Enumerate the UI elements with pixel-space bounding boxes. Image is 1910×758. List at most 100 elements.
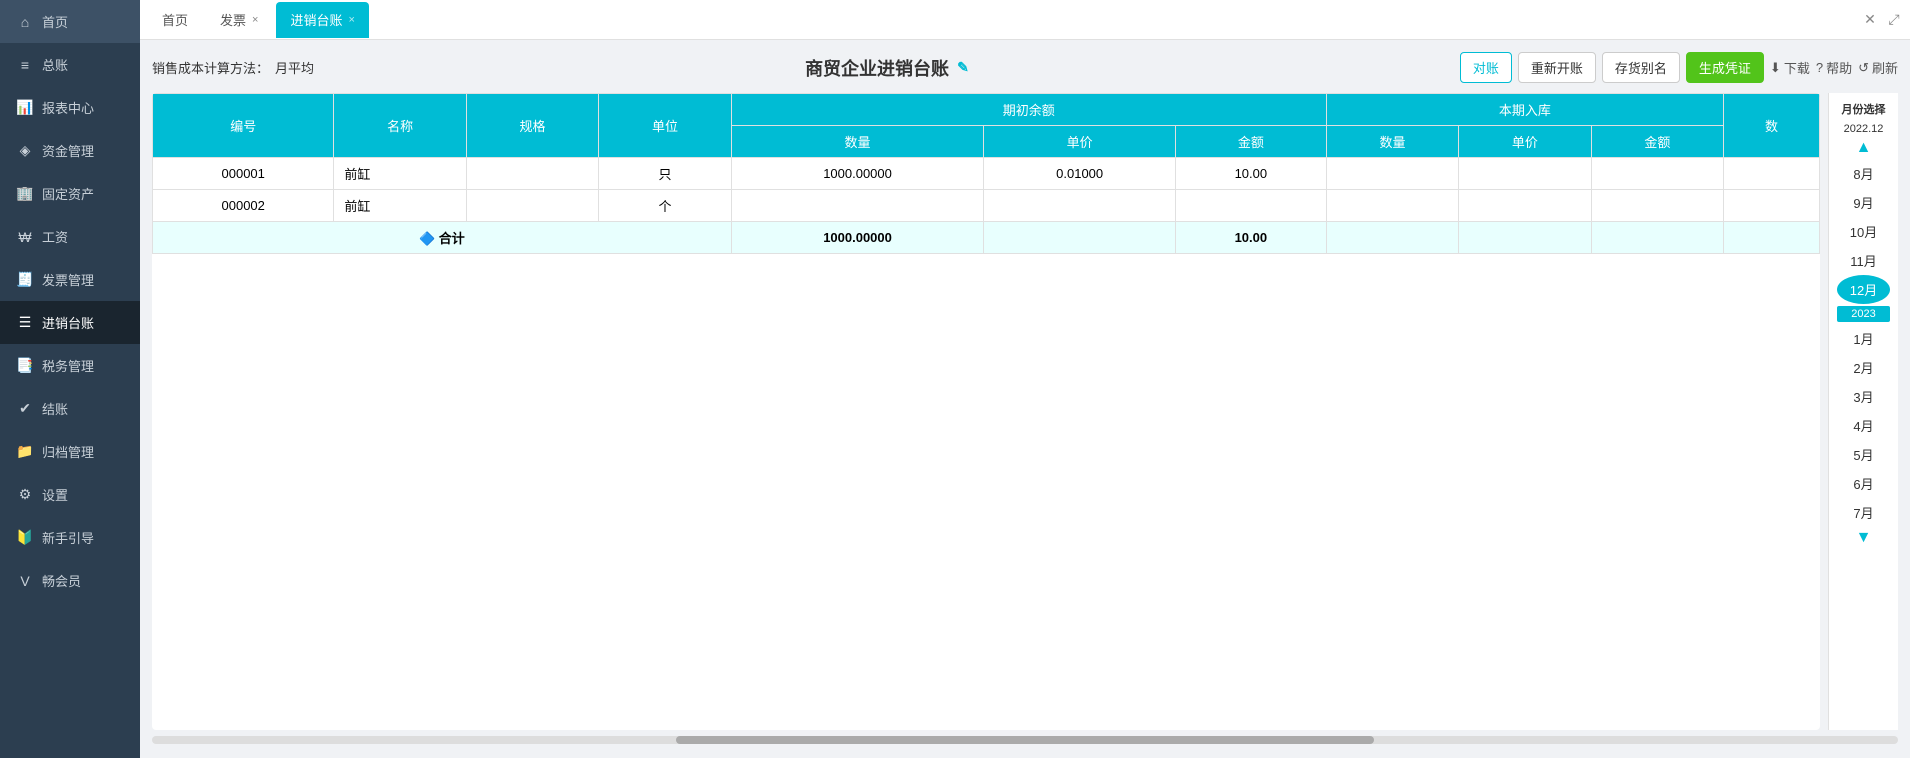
month-2023-7[interactable]: 7月 <box>1829 498 1898 527</box>
row2-unit: 个 <box>599 190 731 222</box>
sidebar-label-ledger: 总账 <box>42 55 68 74</box>
col-opening-price: 单价 <box>984 126 1176 158</box>
sidebar-item-tax[interactable]: 📑 税务管理 <box>0 344 140 387</box>
sidebar-item-finance[interactable]: ◈ 资金管理 <box>0 129 140 172</box>
total-in-price <box>1459 222 1591 254</box>
col-current-in: 本期入库 <box>1326 94 1723 126</box>
settings-icon: ⚙ <box>16 486 34 503</box>
help-icon: ? <box>1816 60 1823 75</box>
row1-opening-qty: 1000.00000 <box>731 158 984 190</box>
month-2023-5[interactable]: 5月 <box>1829 440 1898 469</box>
month-8[interactable]: 8月 <box>1829 159 1898 188</box>
sidebar-item-settings[interactable]: ⚙ 设置 <box>0 473 140 516</box>
sidebar-item-reports[interactable]: 📊 报表中心 <box>0 86 140 129</box>
sidebar-label-finance: 资金管理 <box>42 141 94 160</box>
sidebar-item-invoice-mgmt[interactable]: 🧾 发票管理 <box>0 258 140 301</box>
sidebar-label-settings: 设置 <box>42 485 68 504</box>
total-label: 合计 <box>439 231 465 246</box>
refresh-button[interactable]: ↺ 刷新 <box>1858 58 1898 77</box>
sidebar-label-tax: 税务管理 <box>42 356 94 375</box>
help-label: 帮助 <box>1826 58 1852 77</box>
row1-in-price <box>1459 158 1591 190</box>
sidebar-item-inventory[interactable]: ☰ 进销台账 <box>0 301 140 344</box>
month-2023-1[interactable]: 1月 <box>1829 324 1898 353</box>
info-bar: 销售成本计算方法： 月平均 商贸企业进销台账 ✎ 对账 重新开账 存货别名 生成… <box>152 52 1898 83</box>
month-2023-4[interactable]: 4月 <box>1829 411 1898 440</box>
sidebar-item-payroll[interactable]: ₩ 工资 <box>0 215 140 258</box>
sidebar-label-home: 首页 <box>42 12 68 31</box>
table-container: 编号 名称 规格 单位 期初余额 本期入库 数 数量 单价 金额 数 <box>152 93 1820 730</box>
col-in-amount: 金额 <box>1591 126 1723 158</box>
sidebar-item-home[interactable]: ⌂ 首页 <box>0 0 140 43</box>
settlement-icon: ✔ <box>16 400 34 417</box>
sidebar-item-settlement[interactable]: ✔ 结账 <box>0 387 140 430</box>
row1-in-qty <box>1326 158 1458 190</box>
payroll-icon: ₩ <box>16 229 34 245</box>
month-scroll-up[interactable]: ▲ <box>1829 137 1898 159</box>
window-maximize-button[interactable]: ⤢ <box>1886 12 1902 28</box>
row2-opening-amount <box>1175 190 1326 222</box>
download-icon: ⬇ <box>1770 60 1781 76</box>
scrollbar-thumb[interactable] <box>676 736 1374 744</box>
sidebar-item-archive[interactable]: 📁 归档管理 <box>0 430 140 473</box>
reopen-button[interactable]: 重新开账 <box>1518 52 1596 83</box>
month-9[interactable]: 9月 <box>1829 188 1898 217</box>
row1-opening-price: 0.01000 <box>984 158 1176 190</box>
refresh-icon: ↺ <box>1858 60 1869 76</box>
month-10[interactable]: 10月 <box>1829 217 1898 246</box>
sidebar-item-assets[interactable]: 🏢 固定资产 <box>0 172 140 215</box>
table-row: 000001 前缸 只 1000.00000 0.01000 10.00 <box>153 158 1820 190</box>
sidebar-label-payroll: 工资 <box>42 227 68 246</box>
row1-unit: 只 <box>599 158 731 190</box>
help-button[interactable]: ? 帮助 <box>1816 58 1852 77</box>
tab-home[interactable]: 首页 <box>148 2 202 38</box>
window-controls: ✕ ⤢ <box>1862 12 1902 28</box>
cost-method-info: 销售成本计算方法： 月平均 <box>152 58 314 77</box>
row1-spec <box>466 158 598 190</box>
member-icon: V <box>16 573 34 589</box>
col-unit: 单位 <box>599 94 731 158</box>
sidebar: ⌂ 首页 ≡ 总账 📊 报表中心 ◈ 资金管理 🏢 固定资产 ₩ 工资 🧾 发票… <box>0 0 140 758</box>
download-button[interactable]: ⬇ 下载 <box>1770 58 1810 77</box>
month-scroll-down[interactable]: ▼ <box>1829 527 1898 549</box>
main-area: 首页 发票 × 进销台账 × ✕ ⤢ 销售成本计算方法： 月平均 商贸企业进销台… <box>140 0 1910 758</box>
toolbar-buttons: 对账 重新开账 存货别名 生成凭证 ⬇ 下载 ? 帮助 ↺ 刷新 <box>1460 52 1898 83</box>
cost-method-label: 销售成本计算方法： <box>152 58 269 77</box>
save-alias-button[interactable]: 存货别名 <box>1602 52 1680 83</box>
page-title-area: 商贸企业进销台账 ✎ <box>334 55 1440 81</box>
col-opening-amount: 金额 <box>1175 126 1326 158</box>
sidebar-item-ledger[interactable]: ≡ 总账 <box>0 43 140 86</box>
tab-invoice-close[interactable]: × <box>252 14 258 26</box>
row2-spec <box>466 190 598 222</box>
scrollbar-track[interactable] <box>152 736 1898 744</box>
row2-opening-price <box>984 190 1176 222</box>
sidebar-item-member[interactable]: V 畅会员 <box>0 559 140 602</box>
month-2023-2[interactable]: 2月 <box>1829 353 1898 382</box>
download-label: 下载 <box>1784 58 1810 77</box>
tab-inventory[interactable]: 进销台账 × <box>276 2 368 38</box>
total-opening-amount: 10.00 <box>1175 222 1326 254</box>
col-in-qty: 数量 <box>1326 126 1458 158</box>
tab-invoice[interactable]: 发票 × <box>206 2 272 38</box>
edit-title-icon[interactable]: ✎ <box>957 59 969 76</box>
cost-method-value: 月平均 <box>275 58 314 77</box>
year-2023-badge: 2023 <box>1837 306 1890 322</box>
guide-icon: 🔰 <box>16 529 34 546</box>
month-12[interactable]: 12月 <box>1837 275 1890 304</box>
month-2023-6[interactable]: 6月 <box>1829 469 1898 498</box>
row1-number: 000001 <box>153 158 334 190</box>
generate-voucher-button[interactable]: 生成凭证 <box>1686 52 1764 83</box>
home-icon: ⌂ <box>16 14 34 30</box>
month-11[interactable]: 11月 <box>1829 246 1898 275</box>
sidebar-item-guide[interactable]: 🔰 新手引导 <box>0 516 140 559</box>
total-row: 🔷 合计 1000.00000 10.00 <box>153 222 1820 254</box>
window-close-button[interactable]: ✕ <box>1862 12 1878 28</box>
total-label-cell: 🔷 合计 <box>153 222 732 254</box>
content-area: 销售成本计算方法： 月平均 商贸企业进销台账 ✎ 对账 重新开账 存货别名 生成… <box>140 40 1910 758</box>
row2-in-qty <box>1326 190 1458 222</box>
table-row: 000002 前缸 个 <box>153 190 1820 222</box>
tab-bar: 首页 发票 × 进销台账 × ✕ ⤢ <box>140 0 1910 40</box>
reconcile-button[interactable]: 对账 <box>1460 52 1512 83</box>
month-2023-3[interactable]: 3月 <box>1829 382 1898 411</box>
tab-inventory-close[interactable]: × <box>348 14 354 26</box>
